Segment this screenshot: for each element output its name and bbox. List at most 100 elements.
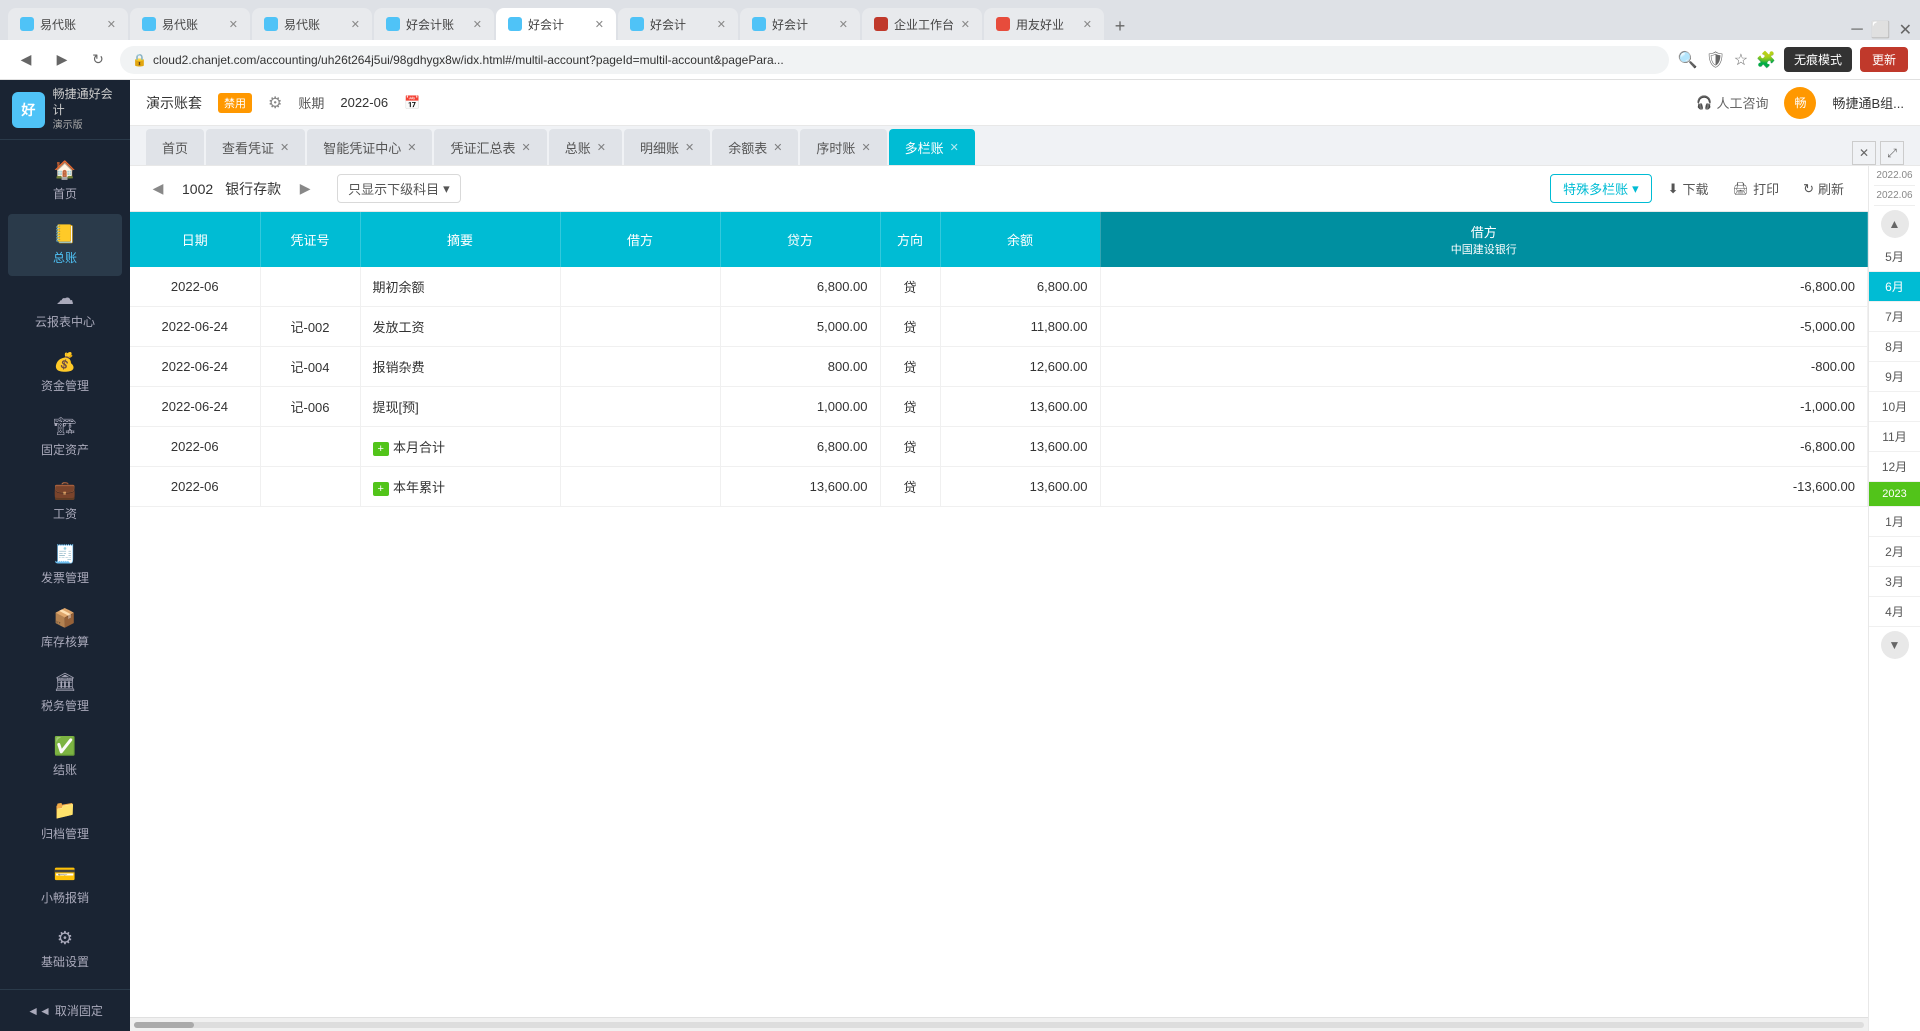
tab-close-1[interactable]: ✕: [107, 18, 116, 31]
print-button[interactable]: 🖨 打印: [1725, 175, 1788, 202]
browser-tab-3[interactable]: 易代账 ✕: [252, 8, 372, 40]
account-next-button[interactable]: ▶: [293, 177, 317, 201]
browser-tab-1[interactable]: 易代账 ✕: [8, 8, 128, 40]
calendar-month-5[interactable]: 5月: [1869, 242, 1920, 272]
sidebar-item-settings[interactable]: ⚙ 基础设置: [8, 918, 122, 980]
sidebar-item-cloud-report[interactable]: ☁ 云报表中心: [8, 278, 122, 340]
calendar-month-2[interactable]: 2月: [1869, 537, 1920, 567]
refresh-button[interactable]: ↻: [84, 46, 112, 74]
nav-tab-balance[interactable]: 余额表 ✕: [712, 129, 798, 165]
nav-tab-home[interactable]: 首页: [146, 129, 204, 165]
nav-tab-close-dl[interactable]: ✕: [685, 141, 694, 154]
close-button[interactable]: ✕: [1899, 20, 1912, 40]
nav-tab-close-balance[interactable]: ✕: [773, 141, 782, 154]
calendar-month-9[interactable]: 9月: [1869, 362, 1920, 392]
horizontal-scrollbar[interactable]: [130, 1017, 1868, 1031]
tab-close-9[interactable]: ✕: [1083, 18, 1092, 31]
browser-tab-8[interactable]: 企业工作台 ✕: [862, 8, 982, 40]
calendar-month-8[interactable]: 8月: [1869, 332, 1920, 362]
extension-icon[interactable]: 🧩: [1756, 50, 1776, 70]
nav-tab-close-chron[interactable]: ✕: [861, 141, 870, 154]
calendar-year-2023[interactable]: 2023: [1869, 482, 1920, 507]
nav-tab-close-multi[interactable]: ✕: [950, 141, 959, 154]
unpin-button[interactable]: ◄◄ 取消固定: [8, 1002, 122, 1019]
calendar-month-11[interactable]: 11月: [1869, 422, 1920, 452]
refresh-button[interactable]: ↻ 刷新: [1795, 175, 1852, 202]
help-button[interactable]: 🎧 人工咨询: [1696, 93, 1768, 112]
nav-tab-detailed-ledger[interactable]: 明细账 ✕: [624, 129, 710, 165]
sidebar-item-fixed-assets[interactable]: 🏗 固定资产: [8, 406, 122, 468]
account-badge[interactable]: 禁用: [218, 93, 252, 113]
nav-tab-voucher[interactable]: 查看凭证 ✕: [206, 129, 305, 165]
browser-tab-6[interactable]: 好会计 ✕: [618, 8, 738, 40]
browser-tab-5[interactable]: 好会计 ✕: [496, 8, 616, 40]
tab-close-5[interactable]: ✕: [595, 18, 604, 31]
browser-tab-7[interactable]: 好会计 ✕: [740, 8, 860, 40]
nav-tab-close-smart[interactable]: ✕: [407, 141, 416, 154]
browser-tab-2[interactable]: 易代账 ✕: [130, 8, 250, 40]
calendar-month-4[interactable]: 4月: [1869, 597, 1920, 627]
nav-tab-smart-voucher[interactable]: 智能凭证中心 ✕: [307, 129, 432, 165]
sidebar-item-tax[interactable]: 🏛 税务管理: [8, 662, 122, 724]
sidebar-item-archive[interactable]: 📁 归档管理: [8, 790, 122, 852]
voucher-link[interactable]: 记-002: [290, 320, 329, 335]
tab-close-4[interactable]: ✕: [473, 18, 482, 31]
panel-close-button[interactable]: ✕: [1852, 141, 1876, 165]
calendar-month-7[interactable]: 7月: [1869, 302, 1920, 332]
nav-tab-chronological[interactable]: 序时账 ✕: [800, 129, 886, 165]
special-multicolumn-button[interactable]: 特殊多栏账 ▾: [1550, 174, 1652, 203]
sidebar-item-closing[interactable]: ✅ 结账: [8, 726, 122, 788]
update-button[interactable]: 更新: [1860, 47, 1908, 72]
tab-close-7[interactable]: ✕: [839, 18, 848, 31]
nav-tab-close-voucher[interactable]: ✕: [280, 141, 289, 154]
nav-tab-voucher-summary[interactable]: 凭证汇总表 ✕: [434, 129, 546, 165]
browser-tab-4[interactable]: 好会计账 ✕: [374, 8, 494, 40]
inventory-icon: 📦: [54, 608, 76, 629]
calendar-month-3[interactable]: 3月: [1869, 567, 1920, 597]
calendar-month-6[interactable]: 6月: [1869, 272, 1920, 302]
minimize-button[interactable]: ─: [1851, 21, 1862, 39]
voucher-link[interactable]: 记-004: [290, 360, 329, 375]
tab-close-8[interactable]: ✕: [961, 18, 970, 31]
filter-dropdown[interactable]: 只显示下级科目 ▾: [337, 174, 461, 203]
calendar-down-button[interactable]: ▼: [1881, 631, 1909, 659]
account-name[interactable]: 银行存款: [225, 179, 281, 199]
tab-close-6[interactable]: ✕: [717, 18, 726, 31]
sidebar-item-inventory[interactable]: 📦 库存核算: [8, 598, 122, 660]
calendar-month-10[interactable]: 10月: [1869, 392, 1920, 422]
nav-tab-general-ledger[interactable]: 总账 ✕: [549, 129, 622, 165]
sidebar-item-payroll[interactable]: 💼 工资: [8, 470, 122, 532]
panel-resize-button[interactable]: ⤢: [1880, 141, 1904, 165]
voucher-link[interactable]: 记-006: [290, 400, 329, 415]
calendar-icon[interactable]: 📅: [404, 95, 420, 111]
search-icon[interactable]: 🔍: [1677, 50, 1697, 70]
calendar-month-12[interactable]: 12月: [1869, 452, 1920, 482]
maximize-button[interactable]: ⬜: [1871, 20, 1891, 40]
sidebar-item-funds[interactable]: 💰 资金管理: [8, 342, 122, 404]
sidebar-item-expense[interactable]: 💳 小畅报销: [8, 854, 122, 916]
url-bar[interactable]: 🔒 cloud2.chanjet.com/accounting/uh26t264…: [120, 46, 1669, 74]
shield-icon[interactable]: 🛡: [1705, 50, 1725, 70]
no-trace-button[interactable]: 无痕模式: [1784, 47, 1852, 72]
sidebar-item-invoice[interactable]: 🧾 发票管理: [8, 534, 122, 596]
new-tab-button[interactable]: +: [1106, 12, 1134, 40]
sidebar-item-home[interactable]: 🏠 首页: [8, 150, 122, 212]
sidebar-item-guide[interactable]: 🎯 新手引导: [8, 982, 122, 989]
topbar-settings-icon[interactable]: ⚙: [268, 93, 282, 113]
browser-tab-9[interactable]: 用友好业 ✕: [984, 8, 1104, 40]
calendar-up-button[interactable]: ▲: [1881, 210, 1909, 238]
forward-button[interactable]: ▶: [48, 46, 76, 74]
account-prev-button[interactable]: ◀: [146, 177, 170, 201]
tab-close-2[interactable]: ✕: [229, 18, 238, 31]
user-avatar[interactable]: 畅: [1784, 87, 1816, 119]
star-icon[interactable]: ☆: [1734, 50, 1748, 70]
back-button[interactable]: ◀: [12, 46, 40, 74]
download-button[interactable]: ⬇ 下载: [1660, 175, 1717, 202]
nav-tab-close-summary[interactable]: ✕: [522, 141, 531, 154]
nav-tab-multicolumn[interactable]: 多栏账 ✕: [889, 129, 975, 165]
tab-close-3[interactable]: ✕: [351, 18, 360, 31]
nav-tab-close-gl[interactable]: ✕: [597, 141, 606, 154]
sidebar-item-ledger[interactable]: 📒 总账: [8, 214, 122, 276]
scrollbar-thumb[interactable]: [134, 1022, 194, 1028]
calendar-month-1[interactable]: 1月: [1869, 507, 1920, 537]
